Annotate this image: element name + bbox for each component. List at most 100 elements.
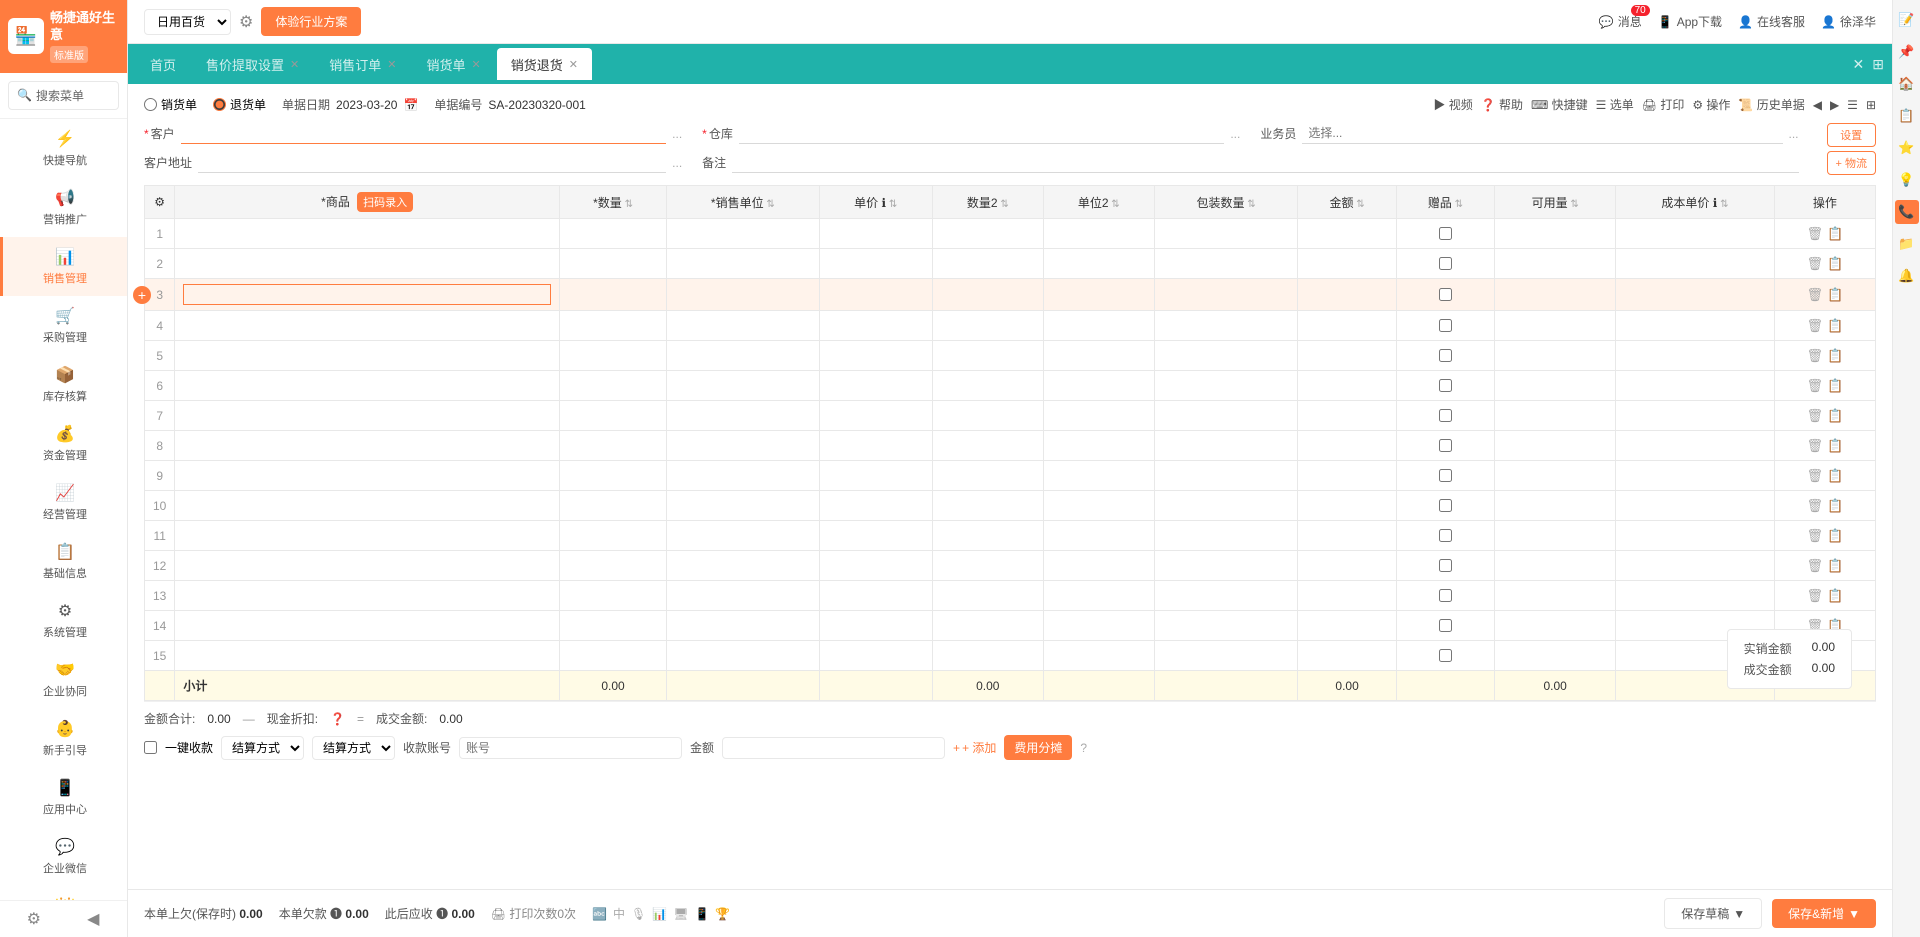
sidebar-item-app-center[interactable]: 📱 应用中心 <box>0 768 127 827</box>
sidebar-collapse-button[interactable]: ◀ <box>68 909 120 929</box>
sidebar-item-inventory[interactable]: 📦 库存核算 <box>0 355 127 414</box>
cost-price-cell[interactable] <box>1616 461 1775 491</box>
gift-cell[interactable] <box>1396 611 1494 641</box>
amount-cell[interactable] <box>1298 431 1396 461</box>
tab-home[interactable]: 首页 <box>136 48 190 80</box>
goods-cell[interactable] <box>175 521 560 551</box>
delete-row-btn[interactable]: 🗑 <box>1807 588 1824 604</box>
sidebar-item-enterprise[interactable]: 🤝 企业协同 <box>0 650 127 709</box>
amount-cell[interactable] <box>1298 341 1396 371</box>
gift-cell[interactable] <box>1396 461 1494 491</box>
gift-cell[interactable] <box>1396 371 1494 401</box>
unit-cell[interactable] <box>667 279 819 311</box>
th-unit2[interactable]: 单位2 <box>1043 186 1154 219</box>
unit2-cell[interactable] <box>1043 401 1154 431</box>
th-gift[interactable]: 赠品 <box>1396 186 1494 219</box>
gift-cell[interactable] <box>1396 551 1494 581</box>
close-tab-button[interactable]: ✕ <box>1853 56 1865 73</box>
account-input[interactable] <box>459 737 682 759</box>
online-service-button[interactable]: 👤 在线客服 <box>1738 13 1805 30</box>
qty2-cell[interactable] <box>932 401 1043 431</box>
qty-cell[interactable] <box>559 371 666 401</box>
pack-qty-cell[interactable] <box>1154 521 1298 551</box>
price-cell[interactable] <box>819 401 932 431</box>
unit2-cell[interactable] <box>1043 219 1154 249</box>
tab-price-setup-close[interactable]: ✕ <box>290 58 299 71</box>
qty-cell[interactable] <box>559 401 666 431</box>
gift-cell[interactable] <box>1396 311 1494 341</box>
cost-price-cell[interactable] <box>1616 249 1775 279</box>
unit-cell[interactable] <box>667 581 819 611</box>
tab-sales[interactable]: 销货单 ✕ <box>412 48 494 80</box>
unit-cell[interactable] <box>667 401 819 431</box>
gift-checkbox[interactable] <box>1439 619 1452 632</box>
delete-row-btn[interactable]: 🗑 <box>1807 468 1824 484</box>
amount-cell[interactable] <box>1298 371 1396 401</box>
settlement-method-select[interactable]: 结算方式 <box>221 736 304 760</box>
delete-row-btn[interactable]: 🗑 <box>1807 408 1824 424</box>
qty2-cell[interactable] <box>932 371 1043 401</box>
th-unit[interactable]: *销售单位 <box>667 186 819 219</box>
prev-record-btn[interactable]: ◀ <box>1813 96 1822 113</box>
pack-qty-cell[interactable] <box>1154 371 1298 401</box>
unit2-cell[interactable] <box>1043 249 1154 279</box>
unit2-cell[interactable] <box>1043 431 1154 461</box>
goods-cell[interactable] <box>175 641 560 671</box>
unit-cell[interactable] <box>667 219 819 249</box>
copy-row-btn[interactable]: 📋 <box>1827 287 1843 303</box>
amount-cell[interactable] <box>1298 581 1396 611</box>
price-cell[interactable] <box>819 611 932 641</box>
gift-checkbox[interactable] <box>1439 227 1452 240</box>
unit2-cell[interactable] <box>1043 371 1154 401</box>
qty-cell[interactable] <box>559 431 666 461</box>
available-cell[interactable] <box>1495 401 1616 431</box>
view-list-btn[interactable]: ☰ <box>1847 96 1858 113</box>
qty-cell[interactable] <box>559 219 666 249</box>
qty-cell[interactable] <box>559 491 666 521</box>
goods-cell[interactable] <box>175 551 560 581</box>
goods-cell[interactable] <box>175 581 560 611</box>
industry-select[interactable]: 日用百货 <box>144 9 231 35</box>
cost-price-cell[interactable] <box>1616 219 1775 249</box>
amount-cell[interactable] <box>1298 249 1396 279</box>
amount-cell[interactable] <box>1298 461 1396 491</box>
cost-price-cell[interactable] <box>1616 551 1775 581</box>
cost-price-cell[interactable] <box>1616 311 1775 341</box>
qty-cell[interactable] <box>559 581 666 611</box>
sales-radio[interactable] <box>144 98 157 111</box>
gift-cell[interactable] <box>1396 641 1494 671</box>
add-payment-button[interactable]: + + 添加 <box>953 739 996 756</box>
sidebar-item-quick-nav[interactable]: ⚡ 快捷导航 <box>0 119 127 178</box>
delete-row-btn[interactable]: 🗑 <box>1807 287 1824 303</box>
video-btn[interactable]: ▶ 视频 <box>1433 96 1472 113</box>
delete-row-btn[interactable]: 🗑 <box>1807 378 1824 394</box>
amount-cell[interactable] <box>1298 401 1396 431</box>
gift-cell[interactable] <box>1396 219 1494 249</box>
goods-input[interactable] <box>183 284 551 305</box>
experience-plan-button[interactable]: 体验行业方案 <box>261 7 361 36</box>
right-btn-2[interactable]: 📌 <box>1895 40 1919 64</box>
one-click-payment-checkbox[interactable] <box>144 741 157 754</box>
pack-qty-cell[interactable] <box>1154 641 1298 671</box>
amount-cell[interactable] <box>1298 491 1396 521</box>
message-button[interactable]: 💬 消息 70 <box>1599 13 1642 30</box>
available-cell[interactable] <box>1495 581 1616 611</box>
unit-cell[interactable] <box>667 431 819 461</box>
copy-row-btn[interactable]: 📋 <box>1827 318 1843 334</box>
right-btn-6[interactable]: 💡 <box>1895 168 1919 192</box>
copy-row-btn[interactable]: 📋 <box>1827 256 1843 272</box>
pack-qty-cell[interactable] <box>1154 279 1298 311</box>
split-question-icon[interactable]: ? <box>1080 741 1087 755</box>
unit-cell[interactable] <box>667 311 819 341</box>
settings-button[interactable]: 设置 <box>1827 123 1876 147</box>
right-btn-1[interactable]: 📝 <box>1895 8 1919 32</box>
th-qty2[interactable]: 数量2 <box>932 186 1043 219</box>
pack-qty-cell[interactable] <box>1154 249 1298 279</box>
print-btn[interactable]: 🖨 打印 <box>1642 96 1685 113</box>
gift-cell[interactable] <box>1396 279 1494 311</box>
available-cell[interactable] <box>1495 311 1616 341</box>
unit-cell[interactable] <box>667 249 819 279</box>
unit-cell[interactable] <box>667 461 819 491</box>
unit2-cell[interactable] <box>1043 279 1154 311</box>
qty-cell[interactable] <box>559 611 666 641</box>
